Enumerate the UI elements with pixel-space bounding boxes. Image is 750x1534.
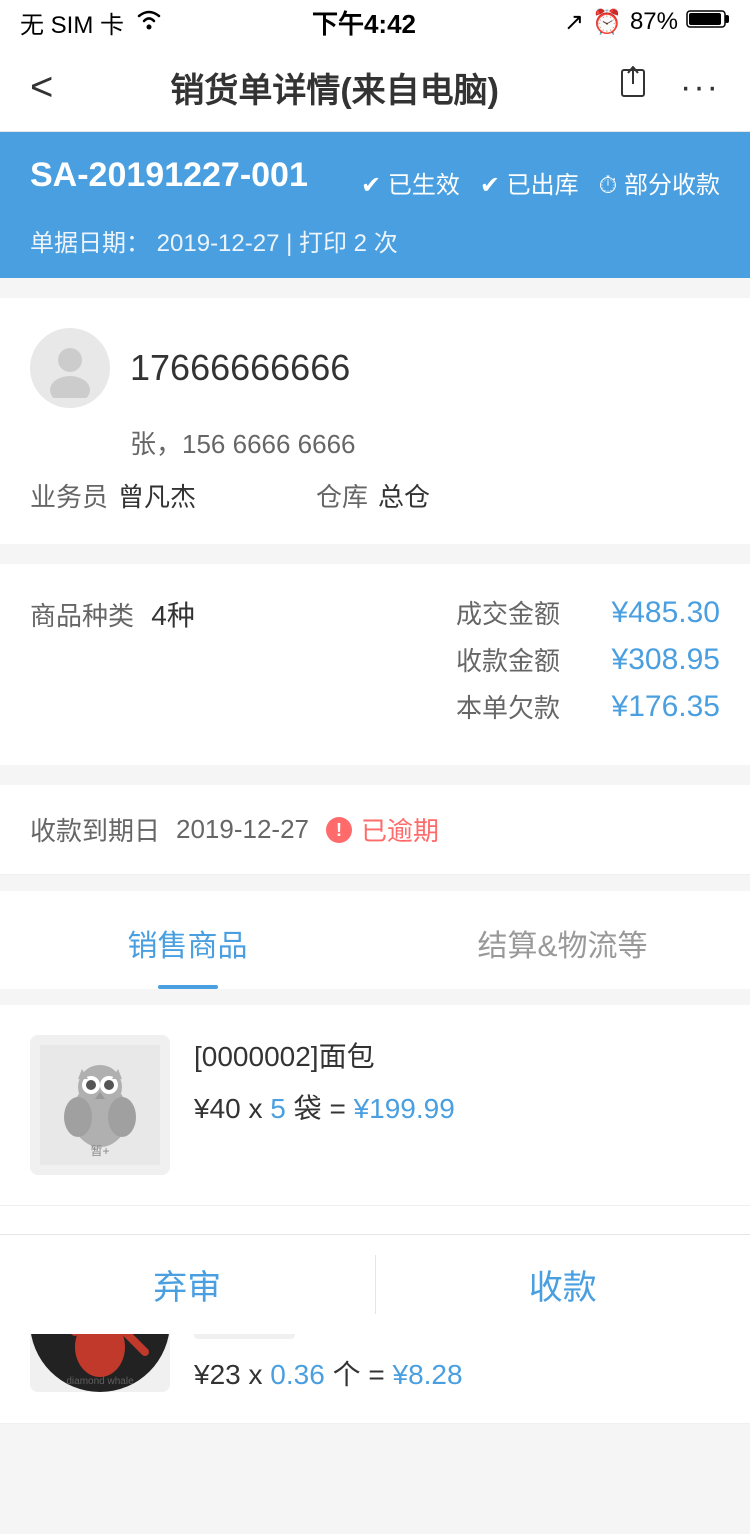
cancel-button[interactable]: 弃审 [0,1235,375,1334]
svg-text:!: ! [336,820,342,840]
collected-value: ¥308.95 [580,643,720,677]
nav-bar: < 销货单详情(来自电脑) ··· [0,44,750,132]
svg-text:diamond whale: diamond whale [66,1376,134,1387]
collected-row: 收款金额 ¥308.95 [456,641,720,678]
header-banner: SA-20191227-001 ✔ 已生效 ✔ 已出库 ⏱ 部分收款 单据日期：… [0,132,750,278]
status-time: 下午4:42 [312,4,416,41]
deal-value: ¥485.30 [580,596,720,630]
sales-value: 曾凡杰 [118,477,196,514]
order-id: SA-20191227-001 [30,156,308,195]
tab-settlement[interactable]: 结算&物流等 [375,891,750,989]
date-label: 单据日期： [30,230,150,257]
type-label: 商品种类 [30,601,134,631]
deal-label: 成交金额 [456,594,560,631]
status-effective: ✔ 已生效 [361,165,460,200]
battery-text: 87% [630,8,678,36]
collected-label: 收款金额 [456,641,560,678]
status-right: ↗ ⏰ 87% [564,8,730,37]
status-left: 无 SIM 卡 [20,5,164,40]
confirm-button[interactable]: 收款 [376,1235,750,1334]
customer-meta: 业务员 曾凡杰 仓库 总仓 [30,477,720,514]
date-value: 2019-12-27 [157,230,280,257]
summary-left: 商品种类 4种 [30,594,195,634]
product-price-2: ¥23 x 0.36 个 = ¥8.28 [194,1353,720,1393]
tabs: 销售商品 结算&物流等 [0,891,750,989]
due-date: 2019-12-27 [176,814,309,845]
overdue-badge: ! 已逾期 [325,811,439,848]
product-name-1: [0000002]面包 [194,1035,720,1075]
warehouse-label: 仓库 [316,477,368,514]
tab-products[interactable]: 销售商品 [0,891,375,989]
debt-label: 本单欠款 [456,688,560,725]
due-section: 收款到期日 2019-12-27 ! 已逾期 [0,785,750,875]
wifi-icon [134,8,164,37]
location-icon: ↗ [564,8,584,37]
warehouse-value: 总仓 [378,477,430,514]
summary-section: 商品种类 4种 成交金额 ¥485.30 收款金额 ¥308.95 本单欠款 ¥… [0,564,750,765]
warehouse-item: 仓库 总仓 [316,477,430,514]
product-thumb-1: 暂+ [30,1035,170,1175]
status-partial: ⏱ 部分收款 [599,165,720,200]
share-button[interactable] [616,66,650,109]
carrier-text: 无 SIM 卡 [20,5,124,40]
customer-phone: 17666666666 [130,347,350,389]
battery-icon [686,8,730,37]
deal-row: 成交金额 ¥485.30 [456,594,720,631]
status-shipped: ✔ 已出库 [480,165,579,200]
customer-info: 张，156 6666 6666 [30,424,720,461]
overdue-text: 已逾期 [361,811,439,848]
print-text: | 打印 2 次 [286,230,398,257]
customer-section: 17666666666 张，156 6666 6666 业务员 曾凡杰 仓库 总… [0,298,750,544]
debt-value: ¥176.35 [580,690,720,724]
customer-row: 17666666666 [30,328,720,408]
type-count: 4种 [151,600,195,631]
debt-row: 本单欠款 ¥176.35 [456,688,720,725]
avatar [30,328,110,408]
order-status: ✔ 已生效 ✔ 已出库 ⏱ 部分收款 [361,165,720,200]
alarm-icon: ⏰ [592,8,622,37]
order-date: 单据日期： 2019-12-27 | 打印 2 次 [30,223,720,258]
back-button[interactable]: < [30,65,53,110]
product-price-1: ¥40 x 5 袋 = ¥199.99 [194,1087,720,1127]
status-bar: 无 SIM 卡 下午4:42 ↗ ⏰ 87% [0,0,750,44]
page-title: 销货单详情(来自电脑) [170,63,499,112]
product-list: 暂+ [0000002]面包 ¥40 x 5 袋 = ¥199.99 [0,1005,750,1424]
nav-actions: ··· [616,66,720,109]
bottom-bar: 弃审 收款 [0,1234,750,1334]
list-item: 暂+ [0000002]面包 ¥40 x 5 袋 = ¥199.99 [0,1005,750,1206]
sales-item: 业务员 曾凡杰 [30,477,196,514]
product-info-1: [0000002]面包 ¥40 x 5 袋 = ¥199.99 [194,1035,720,1175]
sales-label: 业务员 [30,477,108,514]
summary-right: 成交金额 ¥485.30 收款金额 ¥308.95 本单欠款 ¥176.35 [456,594,720,735]
more-button[interactable]: ··· [680,68,720,107]
svg-text:暂+: 暂+ [90,1144,109,1158]
due-label: 收款到期日 [30,811,160,848]
